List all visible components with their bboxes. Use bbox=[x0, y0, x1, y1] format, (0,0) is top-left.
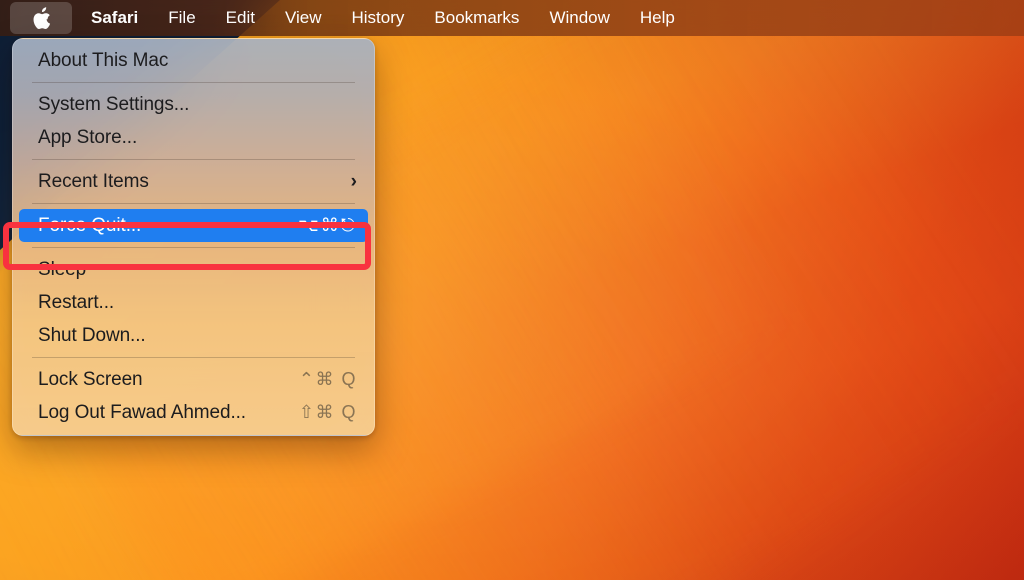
menu-bar-item-view[interactable]: View bbox=[270, 2, 337, 34]
menu-bar-item-history[interactable]: History bbox=[337, 2, 420, 34]
menu-bar: Safari File Edit View History Bookmarks … bbox=[0, 0, 1024, 36]
menu-bar-item-window[interactable]: Window bbox=[534, 2, 624, 34]
menu-item-shut-down[interactable]: Shut Down... bbox=[19, 319, 368, 352]
menu-separator bbox=[32, 247, 355, 248]
menu-item-shortcut: ⌥⌘⎋ bbox=[298, 215, 357, 235]
menu-item-label: App Store... bbox=[38, 126, 138, 148]
menu-separator bbox=[32, 357, 355, 358]
menu-item-about-this-mac[interactable]: About This Mac bbox=[19, 44, 368, 77]
apple-menu-button[interactable] bbox=[10, 2, 72, 34]
chevron-right-icon: › bbox=[350, 171, 357, 192]
menu-item-system-settings[interactable]: System Settings... bbox=[19, 88, 368, 121]
apple-logo-icon bbox=[32, 6, 51, 30]
menu-item-label: Force Quit... bbox=[38, 214, 142, 236]
menu-item-label: Shut Down... bbox=[38, 324, 146, 346]
menu-item-force-quit[interactable]: Force Quit... ⌥⌘⎋ bbox=[19, 209, 368, 242]
menu-item-label: Log Out Fawad Ahmed... bbox=[38, 401, 246, 423]
menu-bar-item-safari[interactable]: Safari bbox=[76, 2, 153, 34]
menu-item-restart[interactable]: Restart... bbox=[19, 286, 368, 319]
menu-item-log-out[interactable]: Log Out Fawad Ahmed... ⇧⌘ Q bbox=[19, 396, 368, 429]
menu-bar-item-bookmarks[interactable]: Bookmarks bbox=[419, 2, 534, 34]
menu-separator bbox=[32, 159, 355, 160]
menu-item-shortcut: ⌃⌘ Q bbox=[298, 369, 357, 389]
apple-dropdown-menu: About This Mac System Settings... App St… bbox=[12, 38, 375, 436]
menu-item-label: Sleep bbox=[38, 258, 87, 280]
menu-item-label: Restart... bbox=[38, 291, 115, 313]
menu-item-label: About This Mac bbox=[38, 49, 169, 71]
menu-bar-item-file[interactable]: File bbox=[153, 2, 210, 34]
menu-item-label: Lock Screen bbox=[38, 368, 143, 390]
menu-bar-item-edit[interactable]: Edit bbox=[211, 2, 270, 34]
menu-separator bbox=[32, 82, 355, 83]
menu-item-lock-screen[interactable]: Lock Screen ⌃⌘ Q bbox=[19, 363, 368, 396]
menu-item-recent-items[interactable]: Recent Items › bbox=[19, 165, 368, 198]
menu-item-sleep[interactable]: Sleep bbox=[19, 253, 368, 286]
menu-item-shortcut: ⇧⌘ Q bbox=[298, 402, 357, 422]
menu-item-app-store[interactable]: App Store... bbox=[19, 121, 368, 154]
menu-item-label: System Settings... bbox=[38, 93, 190, 115]
menu-separator bbox=[32, 203, 355, 204]
menu-bar-item-help[interactable]: Help bbox=[625, 2, 690, 34]
menu-item-label: Recent Items bbox=[38, 170, 149, 192]
desktop-screen: Safari File Edit View History Bookmarks … bbox=[0, 0, 1024, 580]
